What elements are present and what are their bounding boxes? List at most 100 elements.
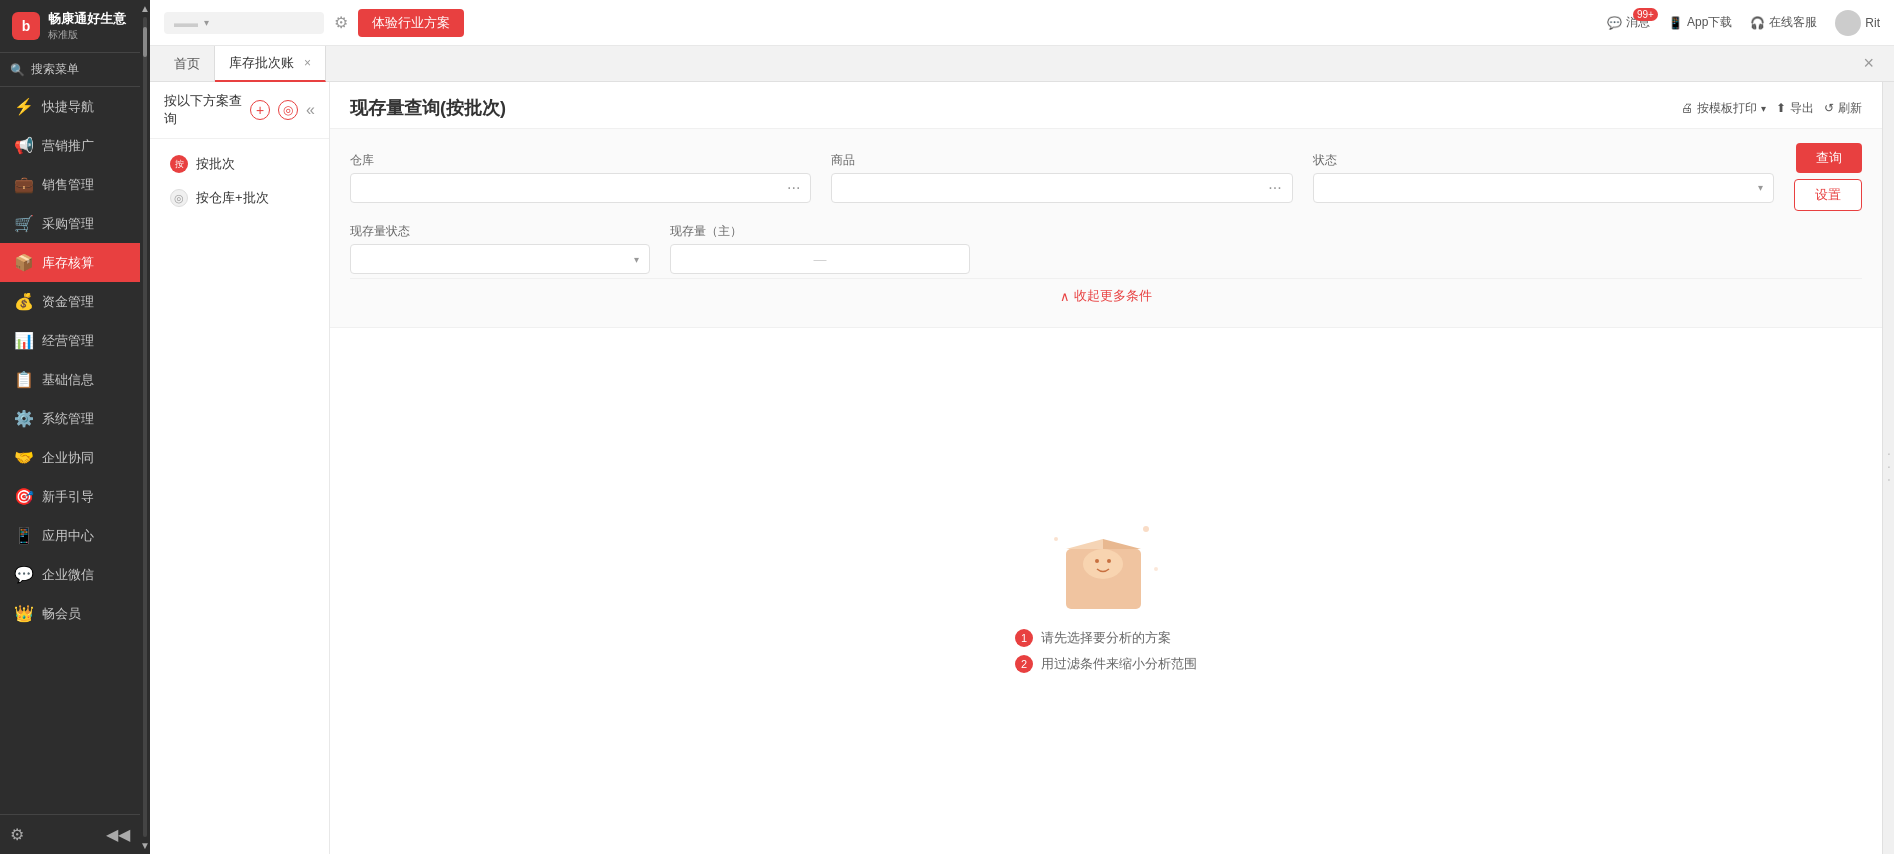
- inventory-icon: 📦: [14, 253, 34, 272]
- inventory-status-input[interactable]: ▾: [350, 244, 650, 274]
- filter-item-label: 按批次: [196, 155, 235, 173]
- topbar-search-box[interactable]: ▬▬ ▾: [164, 12, 324, 34]
- filter-settings-btn[interactable]: ◎: [278, 100, 298, 120]
- scroll-track: [143, 17, 147, 837]
- sidebar-item-marketing[interactable]: 📢 营销推广: [0, 126, 140, 165]
- goods-dots-icon[interactable]: ···: [1268, 179, 1281, 197]
- online-service-action[interactable]: 🎧 在线客服: [1750, 14, 1817, 31]
- print-btn[interactable]: 🖨 按模板打印 ▾: [1681, 100, 1766, 117]
- goods-field: 商品 ···: [831, 152, 1292, 203]
- status-label: 状态: [1313, 152, 1774, 169]
- warehouse-input[interactable]: ···: [350, 173, 811, 203]
- warehouse-field: 仓库 ···: [350, 152, 811, 203]
- sidebar-item-label: 经营管理: [42, 332, 94, 350]
- sidebar-item-basics[interactable]: 📋 基础信息: [0, 360, 140, 399]
- search-icon: 🔍: [10, 63, 25, 77]
- topbar-dropdown-icon[interactable]: ▾: [204, 17, 209, 28]
- filter-item-by-warehouse-batch[interactable]: ◎ 按仓库+批次: [150, 181, 329, 215]
- online-service-icon: 🎧: [1750, 16, 1765, 30]
- finance-icon: 💰: [14, 292, 34, 311]
- page-close-btn[interactable]: ×: [1853, 53, 1884, 74]
- collapse-label: 收起更多条件: [1074, 287, 1152, 305]
- status-input[interactable]: ▾: [1313, 173, 1774, 203]
- svg-point-2: [1095, 559, 1099, 563]
- search-area: 仓库 ··· 商品 ···: [330, 129, 1882, 328]
- status-arrow-icon: ▾: [1758, 182, 1763, 193]
- export-btn[interactable]: ⬆ 导出: [1776, 100, 1814, 117]
- sidebar-item-wechat[interactable]: 💬 企业微信: [0, 555, 140, 594]
- appstore-icon: 📱: [14, 526, 34, 545]
- tab-batch-account[interactable]: 库存批次账 ×: [215, 46, 326, 82]
- sidebar-item-system[interactable]: ⚙️ 系统管理: [0, 399, 140, 438]
- print-dropdown-icon[interactable]: ▾: [1761, 103, 1766, 114]
- empty-tip-1: 1 请先选择要分析的方案: [1015, 629, 1197, 647]
- filter-panel: 按以下方案查询 + ◎ « 按 按批次 ◎ 按仓库+批次: [150, 82, 330, 854]
- sidebar-item-label: 企业协同: [42, 449, 94, 467]
- sidebar-search[interactable]: 🔍 搜索菜单: [0, 53, 140, 87]
- user-profile[interactable]: Rit: [1835, 10, 1880, 36]
- warehouse-batch-icon: ◎: [170, 189, 188, 207]
- search-buttons: 查询 设置: [1794, 143, 1862, 211]
- sidebar-item-label: 应用中心: [42, 527, 94, 545]
- member-icon: 👑: [14, 604, 34, 623]
- inventory-main-dash: —: [810, 252, 831, 267]
- collapse-more-btn[interactable]: ∧ 收起更多条件: [350, 278, 1862, 313]
- online-service-label: 在线客服: [1769, 14, 1817, 31]
- app-logo: b: [12, 12, 40, 40]
- filter-collapse-btn[interactable]: «: [306, 101, 315, 119]
- settings-icon[interactable]: ⚙: [10, 825, 24, 844]
- page-title-actions: 🖨 按模板打印 ▾ ⬆ 导出 ↺ 刷新: [1681, 100, 1862, 117]
- sidebar: b 畅康通好生意 标准版 🔍 搜索菜单 ⚡ 快捷导航 📢 营销推广 💼 销售管理…: [0, 0, 140, 854]
- right-panel-handle[interactable]: · · ·: [1882, 82, 1894, 854]
- scroll-up-arrow[interactable]: ▲: [140, 0, 150, 17]
- filter-item-by-batch[interactable]: 按 按批次: [150, 147, 329, 181]
- sidebar-item-operations[interactable]: 📊 经营管理: [0, 321, 140, 360]
- messages-action[interactable]: 💬 消息 99+: [1607, 14, 1650, 31]
- svg-point-1: [1083, 549, 1123, 579]
- sidebar-search-label: 搜索菜单: [31, 61, 79, 78]
- inventory-status-label: 现存量状态: [350, 223, 650, 240]
- user-name: Rit: [1865, 16, 1880, 30]
- sidebar-bottom: ⚙ ◀◀: [0, 814, 140, 854]
- industry-btn[interactable]: 体验行业方案: [358, 9, 464, 37]
- filter-add-btn[interactable]: +: [250, 100, 270, 120]
- sidebar-item-finance[interactable]: 💰 资金管理: [0, 282, 140, 321]
- sidebar-item-label: 基础信息: [42, 371, 94, 389]
- tab-home[interactable]: 首页: [160, 46, 215, 82]
- app-download-action[interactable]: 📱 App下载: [1668, 14, 1732, 31]
- filter-header-actions: + ◎ «: [250, 100, 315, 120]
- sidebar-item-guide[interactable]: 🎯 新手引导: [0, 477, 140, 516]
- sidebar-item-enterprise[interactable]: 🤝 企业协同: [0, 438, 140, 477]
- wechat-icon: 💬: [14, 565, 34, 584]
- sidebar-item-inventory[interactable]: 📦 库存核算: [0, 243, 140, 282]
- page-title-bar: 现存量查询(按批次) 🖨 按模板打印 ▾ ⬆ 导出 ↺ 刷新: [330, 82, 1882, 129]
- svg-point-3: [1107, 559, 1111, 563]
- query-btn[interactable]: 查询: [1796, 143, 1862, 173]
- system-icon: ⚙️: [14, 409, 34, 428]
- svg-point-5: [1054, 537, 1058, 541]
- sidebar-item-purchase[interactable]: 🛒 采购管理: [0, 204, 140, 243]
- setup-btn[interactable]: 设置: [1794, 179, 1862, 211]
- refresh-btn[interactable]: ↺ 刷新: [1824, 100, 1862, 117]
- filter-item-label: 按仓库+批次: [196, 189, 269, 207]
- tip-num-2: 2: [1015, 655, 1033, 673]
- tab-close-btn[interactable]: ×: [304, 56, 311, 70]
- scroll-down-arrow[interactable]: ▼: [140, 837, 150, 854]
- sidebar-brand: 畅康通好生意 标准版: [48, 10, 126, 42]
- sidebar-item-label: 系统管理: [42, 410, 94, 428]
- sidebar-nav: ⚡ 快捷导航 📢 营销推广 💼 销售管理 🛒 采购管理 📦 库存核算 💰 资金管…: [0, 87, 140, 814]
- inventory-main-input[interactable]: —: [670, 244, 970, 274]
- inventory-status-arrow: ▾: [634, 254, 639, 265]
- goods-input[interactable]: ···: [831, 173, 1292, 203]
- scroll-thumb: [143, 27, 147, 57]
- sidebar-item-quick-nav[interactable]: ⚡ 快捷导航: [0, 87, 140, 126]
- topbar-gear-icon[interactable]: ⚙: [334, 13, 348, 32]
- filter-items: 按 按批次 ◎ 按仓库+批次: [150, 139, 329, 223]
- collapse-icon: ∧: [1060, 289, 1070, 304]
- warehouse-dots-icon[interactable]: ···: [787, 179, 800, 197]
- collapse-sidebar-icon[interactable]: ◀◀: [106, 825, 130, 844]
- sidebar-item-appstore[interactable]: 📱 应用中心: [0, 516, 140, 555]
- tab-home-label: 首页: [174, 55, 200, 73]
- sidebar-item-member[interactable]: 👑 畅会员: [0, 594, 140, 633]
- sidebar-item-sales[interactable]: 💼 销售管理: [0, 165, 140, 204]
